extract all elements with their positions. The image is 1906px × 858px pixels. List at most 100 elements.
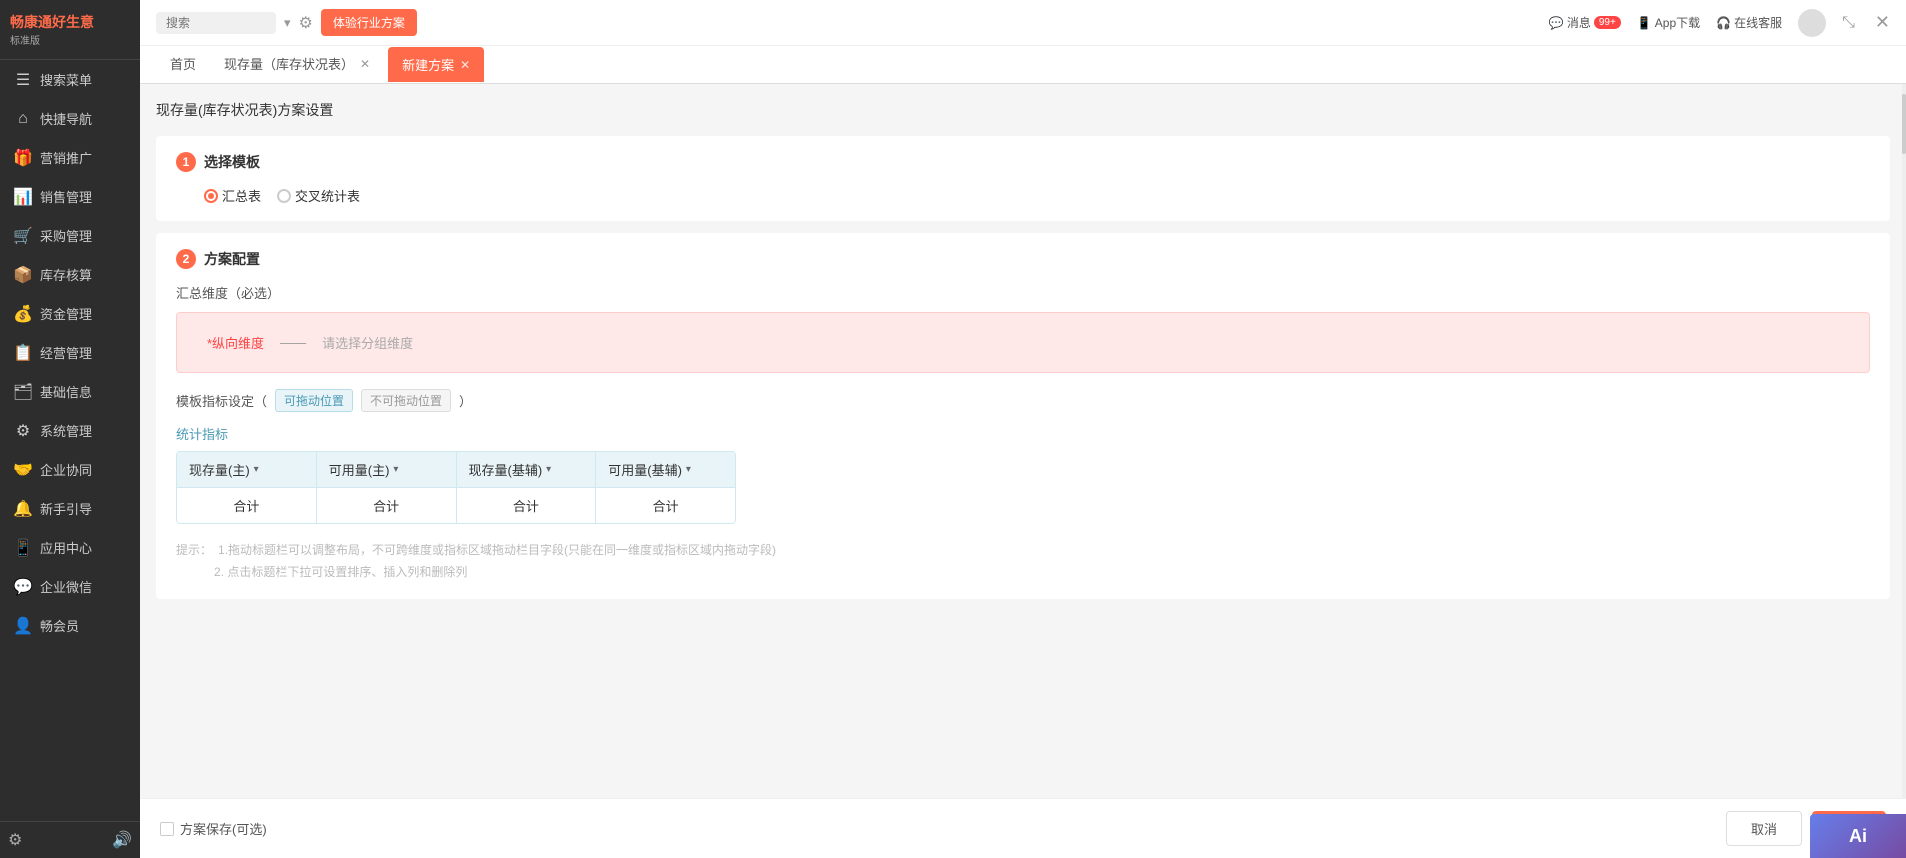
app-logo: 畅康通好生意 标准版	[0, 0, 140, 60]
vertical-placeholder[interactable]: 请选择分组维度	[322, 333, 413, 352]
sidebar-item-label: 企业协同	[40, 460, 92, 479]
tab-inventory-status[interactable]: 现存量（库存状况表） ✕	[210, 46, 384, 83]
stats-label: 统计指标	[176, 424, 1870, 443]
topbar-expand-icon[interactable]: ⤡	[1842, 14, 1855, 32]
tab-home[interactable]: 首页	[156, 46, 210, 83]
message-area[interactable]: 💬 消息 99+	[1549, 14, 1621, 31]
sidebar-item-cooperation[interactable]: 🤝 企业协同	[0, 450, 140, 489]
tab-new-label: 新建方案	[402, 55, 454, 74]
gear-icon: ⚙	[14, 422, 32, 440]
summary-dimension-label: 汇总维度（必选）	[176, 283, 1870, 302]
vertical-divider: ——	[280, 335, 306, 350]
sidebar-item-label: 经营管理	[40, 343, 92, 362]
stats-header-col3[interactable]: 现存量(基辅) ▾	[457, 452, 597, 487]
option-cross-label: 交叉统计表	[295, 186, 360, 205]
tab-new-scheme[interactable]: 新建方案 ✕	[388, 47, 484, 82]
chevron-down-col3[interactable]: ▾	[546, 464, 551, 475]
step2-badge: 2	[176, 249, 196, 269]
folder-icon: 🗂	[14, 383, 32, 401]
stats-header-row: 现存量(主) ▾ 可用量(主) ▾ 现存量(基辅) ▾ 可用量(基辅)	[177, 452, 735, 488]
gift-icon: 🎁	[14, 149, 32, 167]
industry-btn[interactable]: 体验行业方案	[321, 9, 417, 36]
sidebar-footer: ⚙ 🔊	[0, 821, 140, 858]
stats-table: 现存量(主) ▾ 可用量(主) ▾ 现存量(基辅) ▾ 可用量(基辅)	[176, 451, 736, 524]
stats-col1-label: 现存量(主)	[189, 460, 250, 479]
sidebar-item-basic-info[interactable]: 🗂 基础信息	[0, 372, 140, 411]
sidebar-item-marketing[interactable]: 🎁 营销推广	[0, 138, 140, 177]
save-checkbox[interactable]	[160, 822, 174, 836]
tab-new-close[interactable]: ✕	[460, 58, 470, 72]
scroll-thumb	[1902, 94, 1906, 154]
message-icon: 💬	[1549, 16, 1564, 30]
dropdown-icon[interactable]: ▾	[284, 15, 291, 31]
sidebar-item-member[interactable]: 👤 畅会员	[0, 606, 140, 645]
option-summary[interactable]: 汇总表	[204, 186, 261, 205]
topbar-close-icon[interactable]: ✕	[1875, 12, 1890, 33]
sidebar-item-sales[interactable]: 📊 销售管理	[0, 177, 140, 216]
topbar-right: 💬 消息 99+ 📱 App下载 🎧 在线客服 ⤡ ✕	[1549, 9, 1890, 37]
section-template-selection: 1 选择模板 汇总表 交叉统计表	[156, 136, 1890, 221]
topbar-settings-icon[interactable]: ⚙	[299, 13, 313, 33]
settings-footer-icon[interactable]: ⚙	[8, 830, 22, 850]
app-download-link[interactable]: 📱 App下载	[1637, 14, 1700, 31]
ai-badge[interactable]: Ai	[1810, 814, 1906, 858]
sidebar-item-label: 系统管理	[40, 421, 92, 440]
money-icon: 💰	[14, 305, 32, 323]
home-icon: ⌂	[14, 110, 32, 128]
chevron-down-col1[interactable]: ▾	[254, 464, 259, 475]
cancel-button[interactable]: 取消	[1726, 811, 1802, 846]
sidebar-item-operations[interactable]: 📋 经营管理	[0, 333, 140, 372]
sidebar-item-wechat[interactable]: 💬 企业微信	[0, 567, 140, 606]
sidebar-item-search-menu[interactable]: ☰ 搜索菜单	[0, 60, 140, 99]
audio-footer-icon[interactable]: 🔊	[112, 830, 132, 850]
option-cross[interactable]: 交叉统计表	[277, 186, 360, 205]
sidebar-item-purchase[interactable]: 🛒 采购管理	[0, 216, 140, 255]
stats-header-col4[interactable]: 可用量(基辅) ▾	[596, 452, 735, 487]
sidebar-item-quick-nav[interactable]: ⌂ 快捷导航	[0, 99, 140, 138]
download-icon: 📱	[1637, 16, 1652, 30]
chevron-down-col4[interactable]: ▾	[686, 464, 691, 475]
stats-data-col3: 合计	[457, 488, 597, 523]
content-area: 现存量(库存状况表)方案设置 1 选择模板 汇总表 交叉统计表 2	[140, 84, 1906, 798]
tip-text1: 1.拖动标题栏可以调整布局，不可跨维度或指标区域拖动栏目字段(只能在同一维度或指…	[218, 540, 776, 562]
template-options: 汇总表 交叉统计表	[204, 186, 1870, 205]
chevron-down-col2[interactable]: ▾	[393, 464, 398, 475]
tabbar: 首页 现存量（库存状况表） ✕ 新建方案 ✕	[140, 46, 1906, 84]
chart-icon: 📊	[14, 188, 32, 206]
sidebar-item-inventory[interactable]: 📦 库存核算	[0, 255, 140, 294]
sidebar-item-finance[interactable]: 💰 资金管理	[0, 294, 140, 333]
step1-badge: 1	[176, 152, 196, 172]
tab-inventory-label: 现存量（库存状况表）	[224, 54, 354, 73]
headphone-icon: 🎧	[1716, 16, 1731, 30]
sidebar-item-label: 企业微信	[40, 577, 92, 596]
sidebar-item-app-center[interactable]: 📱 应用中心	[0, 528, 140, 567]
section2-title: 方案配置	[204, 249, 260, 269]
stats-col3-label: 现存量(基辅)	[469, 460, 543, 479]
stats-header-col1[interactable]: 现存量(主) ▾	[177, 452, 317, 487]
cart-icon: 🛒	[14, 227, 32, 245]
section2-header: 2 方案配置	[176, 249, 1870, 269]
sidebar-item-label: 销售管理	[40, 187, 92, 206]
sidebar: 畅康通好生意 标准版 ☰ 搜索菜单 ⌂ 快捷导航 🎁 营销推广 📊 销售管理 🛒…	[0, 0, 140, 858]
tab-home-label: 首页	[170, 54, 196, 73]
app-name: 畅康通好生意	[10, 12, 130, 32]
box-icon: 📦	[14, 266, 32, 284]
sidebar-item-newbie[interactable]: 🔔 新手引导	[0, 489, 140, 528]
handshake-icon: 🤝	[14, 461, 32, 479]
sidebar-item-system[interactable]: ⚙ 系统管理	[0, 411, 140, 450]
online-service-link[interactable]: 🎧 在线客服	[1716, 14, 1782, 31]
tab-inventory-close[interactable]: ✕	[360, 57, 370, 71]
phone-icon: 📱	[14, 539, 32, 557]
stats-data-col1: 合计	[177, 488, 317, 523]
stats-data-col2: 合计	[317, 488, 457, 523]
save-option[interactable]: 方案保存(可选)	[160, 819, 267, 838]
vertical-required: *纵向维度	[207, 333, 264, 352]
stats-header-col2[interactable]: 可用量(主) ▾	[317, 452, 457, 487]
scroll-indicator[interactable]	[1902, 84, 1906, 798]
sidebar-item-label: 采购管理	[40, 226, 92, 245]
section1-header: 1 选择模板	[176, 152, 1870, 172]
search-input[interactable]	[156, 12, 276, 34]
stats-data-col4: 合计	[596, 488, 735, 523]
user-avatar[interactable]	[1798, 9, 1826, 37]
indicator-close-paren: ）	[459, 391, 472, 410]
